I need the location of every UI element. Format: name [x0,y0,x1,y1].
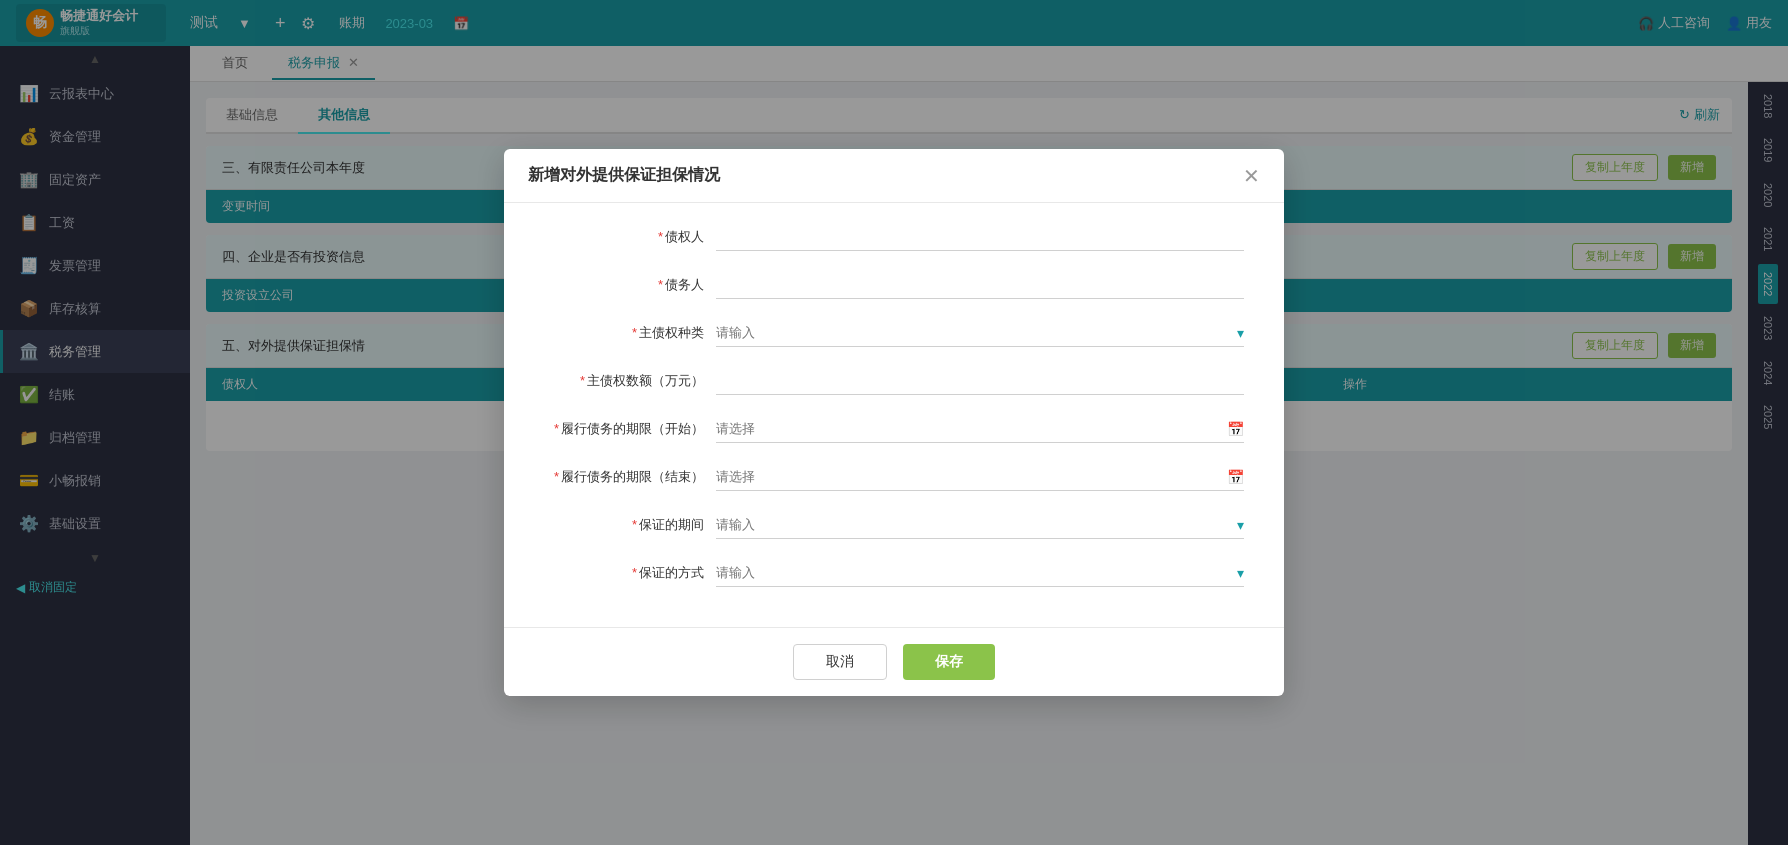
creditor-amount-label: *主债权数额（万元） [544,372,704,390]
form-row-debtor: *债务人 [544,271,1244,299]
form-row-creditor: *债权人 [544,223,1244,251]
guarantee-method-required-star: * [632,565,637,580]
guarantee-period-select[interactable]: ▾ [716,511,1244,539]
modal-footer: 取消 保存 [504,627,1284,696]
modal-title: 新增对外提供保证担保情况 [528,165,720,186]
form-row-creditor-amount: *主债权数额（万元） [544,367,1244,395]
modal-header: 新增对外提供保证担保情况 ✕ [504,149,1284,203]
creditor-type-label: *主债权种类 [544,324,704,342]
modal: 新增对外提供保证担保情况 ✕ *债权人 *债务人 *主债权种类 [504,149,1284,696]
obligation-end-input[interactable] [716,463,1227,490]
debtor-required-star: * [658,277,663,292]
guarantee-period-required-star: * [632,517,637,532]
form-row-guarantee-period: *保证的期间 ▾ [544,511,1244,539]
obligation-start-date[interactable]: 📅 [716,415,1244,443]
form-row-obligation-start: *履行债务的期限（开始） 📅 [544,415,1244,443]
obligation-start-label: *履行债务的期限（开始） [544,420,704,438]
debtor-label: *债务人 [544,276,704,294]
guarantee-method-input[interactable] [716,559,1237,586]
creditor-required-star: * [658,229,663,244]
obligation-start-input[interactable] [716,415,1227,442]
form-row-creditor-type: *主债权种类 ▾ [544,319,1244,347]
obligation-end-date[interactable]: 📅 [716,463,1244,491]
creditor-label: *债权人 [544,228,704,246]
obligation-start-required-star: * [554,421,559,436]
creditor-input[interactable] [716,223,1244,251]
creditor-amount-input[interactable] [716,367,1244,395]
save-button[interactable]: 保存 [903,644,995,680]
obligation-end-calendar-icon[interactable]: 📅 [1227,469,1244,485]
debtor-input[interactable] [716,271,1244,299]
creditor-type-input[interactable] [716,319,1237,346]
guarantee-period-label: *保证的期间 [544,516,704,534]
creditor-type-dropdown-icon[interactable]: ▾ [1237,325,1244,341]
creditor-type-select[interactable]: ▾ [716,319,1244,347]
creditor-type-required-star: * [632,325,637,340]
form-row-guarantee-method: *保证的方式 ▾ [544,559,1244,587]
guarantee-method-label: *保证的方式 [544,564,704,582]
modal-overlay[interactable]: 新增对外提供保证担保情况 ✕ *债权人 *债务人 *主债权种类 [0,0,1788,845]
modal-close-button[interactable]: ✕ [1243,166,1260,186]
guarantee-period-input[interactable] [716,511,1237,538]
guarantee-period-dropdown-icon[interactable]: ▾ [1237,517,1244,533]
modal-body: *债权人 *债务人 *主债权种类 ▾ [504,203,1284,627]
guarantee-method-dropdown-icon[interactable]: ▾ [1237,565,1244,581]
guarantee-method-select[interactable]: ▾ [716,559,1244,587]
cancel-button[interactable]: 取消 [793,644,887,680]
obligation-end-required-star: * [554,469,559,484]
obligation-end-label: *履行债务的期限（结束） [544,468,704,486]
creditor-amount-required-star: * [580,373,585,388]
obligation-start-calendar-icon[interactable]: 📅 [1227,421,1244,437]
form-row-obligation-end: *履行债务的期限（结束） 📅 [544,463,1244,491]
